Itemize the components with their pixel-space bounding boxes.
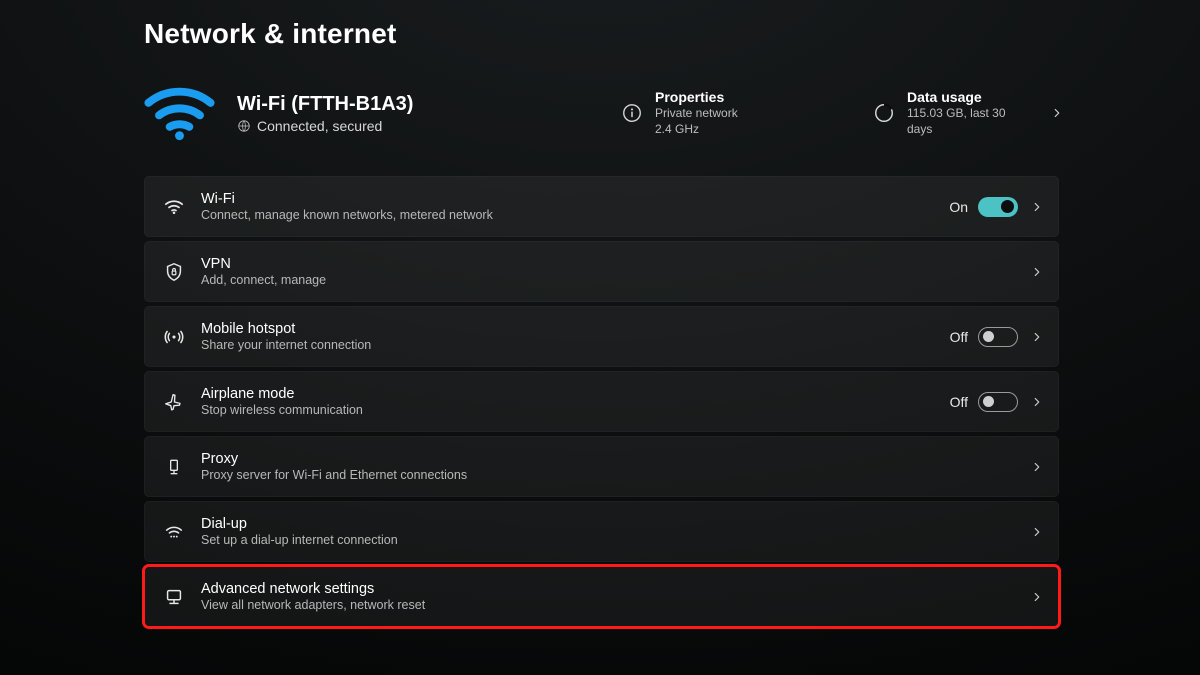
proxy-icon [161, 454, 187, 480]
airplane-icon [161, 389, 187, 415]
vpn-shield-icon [161, 259, 187, 285]
connection-name: Wi-Fi (FTTH-B1A3) [237, 93, 567, 116]
row-title: Dial-up [201, 516, 1018, 532]
row-vpn[interactable]: VPN Add, connect, manage [144, 241, 1059, 302]
connection-hero: Wi-Fi (FTTH-B1A3) Connected, secured Pro… [144, 78, 1064, 148]
chevron-right-icon [1030, 460, 1044, 474]
hotspot-toggle[interactable] [978, 327, 1018, 347]
data-usage-card[interactable]: Data usage 115.03 GB, last 30 days [873, 89, 1028, 137]
connection-status: Connected, secured [257, 118, 382, 134]
data-usage-icon [873, 102, 895, 124]
row-subtitle: Share your internet connection [201, 338, 950, 352]
row-subtitle: Proxy server for Wi-Fi and Ethernet conn… [201, 468, 1018, 482]
chevron-right-icon [1030, 200, 1044, 214]
chevron-right-icon [1030, 265, 1044, 279]
row-advanced[interactable]: Advanced network settings View all netwo… [144, 566, 1059, 627]
chevron-right-icon [1050, 106, 1064, 120]
row-subtitle: Connect, manage known networks, metered … [201, 208, 949, 222]
hotspot-icon [161, 324, 187, 350]
row-title: VPN [201, 256, 1018, 272]
chevron-right-icon [1030, 330, 1044, 344]
row-wifi[interactable]: Wi-Fi Connect, manage known networks, me… [144, 176, 1059, 237]
toggle-state-label: Off [950, 329, 968, 345]
row-subtitle: Set up a dial-up internet connection [201, 533, 1018, 547]
row-subtitle: Stop wireless communication [201, 403, 950, 417]
wifi-toggle[interactable] [978, 197, 1018, 217]
row-title: Wi-Fi [201, 191, 949, 207]
row-title: Mobile hotspot [201, 321, 950, 337]
properties-line2: 2.4 GHz [655, 121, 738, 137]
row-subtitle: View all network adapters, network reset [201, 598, 1018, 612]
globe-icon [237, 119, 251, 133]
page-title: Network & internet [144, 18, 1200, 50]
row-title: Advanced network settings [201, 581, 1018, 597]
properties-line1: Private network [655, 105, 738, 121]
chevron-right-icon [1030, 590, 1044, 604]
properties-title: Properties [655, 89, 738, 105]
data-usage-line1: 115.03 GB, last 30 days [907, 105, 1028, 137]
row-subtitle: Add, connect, manage [201, 273, 1018, 287]
row-hotspot[interactable]: Mobile hotspot Share your internet conne… [144, 306, 1059, 367]
toggle-state-label: Off [950, 394, 968, 410]
data-usage-title: Data usage [907, 89, 1028, 105]
row-title: Proxy [201, 451, 1018, 467]
connection-summary: Wi-Fi (FTTH-B1A3) Connected, secured [237, 93, 567, 134]
row-title: Airplane mode [201, 386, 950, 402]
airplane-toggle[interactable] [978, 392, 1018, 412]
row-dialup[interactable]: Dial-up Set up a dial-up internet connec… [144, 501, 1059, 562]
chevron-right-icon [1030, 525, 1044, 539]
row-airplane[interactable]: Airplane mode Stop wireless communicatio… [144, 371, 1059, 432]
chevron-right-icon [1030, 395, 1044, 409]
properties-card[interactable]: Properties Private network 2.4 GHz [621, 89, 851, 137]
dialup-icon [161, 519, 187, 545]
settings-list: Wi-Fi Connect, manage known networks, me… [144, 176, 1059, 627]
wifi-icon [161, 194, 187, 220]
info-icon [621, 102, 643, 124]
toggle-state-label: On [949, 199, 968, 215]
row-proxy[interactable]: Proxy Proxy server for Wi-Fi and Etherne… [144, 436, 1059, 497]
wifi-signal-icon [144, 81, 215, 146]
advanced-network-icon [161, 584, 187, 610]
